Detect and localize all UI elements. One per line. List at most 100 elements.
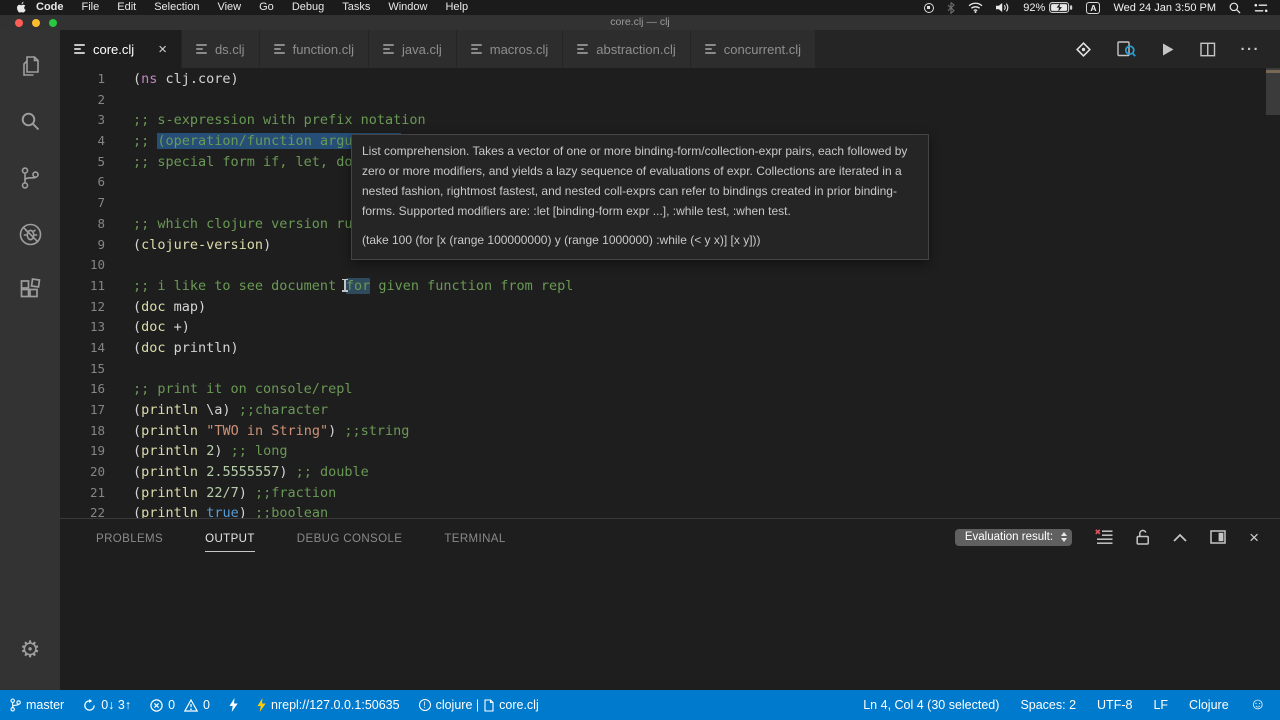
editor-scrollbar[interactable] [1266, 68, 1280, 518]
apple-menu[interactable] [16, 1, 27, 14]
tab-function.clj[interactable]: function.clj [259, 30, 369, 68]
tab-macros.clj[interactable]: macros.clj [456, 30, 564, 68]
extensions-icon[interactable] [0, 262, 60, 318]
file-icon [484, 698, 494, 712]
line-number: 5 [97, 153, 105, 169]
output-channel-select[interactable]: Evaluation result: [954, 528, 1073, 546]
line-number: 13 [89, 319, 105, 335]
code-line[interactable]: 14 (doc println) [60, 338, 1280, 359]
source-control-icon[interactable] [0, 150, 60, 206]
explorer-icon[interactable] [0, 38, 60, 94]
code-line[interactable]: 15 [60, 359, 1280, 380]
clj-file-icon [195, 44, 207, 54]
code-line[interactable]: 17 (println \a) ;;character [60, 400, 1280, 421]
menu-code[interactable]: Code [27, 0, 73, 15]
panel-tab-problems[interactable]: PROBLEMS [96, 523, 163, 552]
sync-indicator[interactable]: 0↓ 3↑ [83, 698, 131, 712]
menu-bar-clock[interactable]: Wed 24 Jan 3:50 PM [1113, 2, 1216, 14]
scrollbar-thumb[interactable] [1266, 68, 1280, 115]
maximize-panel-icon[interactable] [1173, 533, 1187, 542]
open-preview-icon[interactable] [1116, 40, 1136, 58]
line-number: 17 [89, 402, 105, 417]
panel-tab-output[interactable]: OUTPUT [205, 523, 255, 552]
calva-icon[interactable] [1075, 41, 1092, 58]
output-content[interactable] [60, 555, 1280, 691]
input-source-icon[interactable]: A [1086, 1, 1101, 14]
code-line[interactable]: 1 (ns clj.core) [60, 69, 1280, 90]
minimize-window-button[interactable] [32, 18, 40, 27]
settings-gear-icon[interactable]: ⚙ [0, 636, 60, 662]
tab-concurrent.clj[interactable]: concurrent.clj [690, 30, 817, 68]
tab-java.clj[interactable]: java.clj [369, 30, 457, 68]
project-file: core.clj [499, 698, 539, 712]
code-line[interactable]: 19 (println 2) ;; long [60, 441, 1280, 462]
clj-file-icon [273, 44, 285, 54]
tab-label: macros.clj [489, 41, 549, 57]
menu-view[interactable]: View [208, 0, 250, 15]
clear-output-icon[interactable] [1095, 529, 1113, 545]
git-branch-indicator[interactable]: master [10, 698, 64, 712]
panel-tab-debug-console[interactable]: DEBUG CONSOLE [297, 523, 403, 552]
nrepl-bolt-icon [257, 698, 266, 712]
unlock-icon[interactable] [1136, 529, 1150, 545]
line-number: 2 [97, 91, 105, 107]
search-icon[interactable] [0, 94, 60, 150]
control-center-icon[interactable] [1254, 3, 1268, 13]
code-line[interactable]: 21 (println 22/7) ;;fraction [60, 483, 1280, 504]
format-bolt-indicator[interactable] [229, 698, 238, 712]
menu-debug[interactable]: Debug [283, 0, 333, 15]
split-editor-icon[interactable] [1199, 42, 1216, 57]
tab-ds.clj[interactable]: ds.clj [181, 30, 260, 68]
more-actions-icon[interactable]: ··· [1241, 42, 1261, 57]
close-panel-icon[interactable]: × [1249, 529, 1259, 546]
panel-tab-terminal[interactable]: TERMINAL [444, 523, 505, 552]
code-line[interactable]: 12 (doc map) [60, 297, 1280, 318]
mouse-ibeam-cursor [342, 278, 347, 292]
nrepl-address: nrepl://127.0.0.1:50635 [271, 698, 400, 712]
feedback-smiley-icon[interactable]: ☺ [1250, 697, 1266, 713]
errors-icon [150, 698, 163, 712]
close-window-button[interactable] [15, 18, 23, 27]
code-line[interactable]: 22 (println true) ;;boolean [60, 503, 1280, 518]
menu-edit[interactable]: Edit [108, 0, 145, 15]
menu-window[interactable]: Window [379, 0, 436, 15]
menu-file[interactable]: File [73, 0, 109, 15]
menu-help[interactable]: Help [436, 0, 477, 15]
code-line[interactable]: 2 [60, 90, 1280, 111]
run-icon[interactable] [1161, 42, 1175, 57]
line-number: 11 [89, 277, 105, 293]
debug-icon[interactable] [0, 206, 60, 262]
tab-abstraction.clj[interactable]: abstraction.clj [563, 30, 691, 68]
sync-count: 0↓ 3↑ [101, 698, 132, 712]
nrepl-indicator[interactable]: nrepl://127.0.0.1:50635 [257, 698, 400, 712]
code-line[interactable]: 3;; s-expression with prefix notation [60, 110, 1280, 131]
eol-indicator[interactable]: LF [1153, 698, 1168, 712]
battery-indicator[interactable]: 92% [1023, 2, 1073, 14]
menu-tasks[interactable]: Tasks [333, 0, 379, 15]
tab-label: function.clj [292, 41, 354, 57]
code-line[interactable]: 13 (doc +) [60, 317, 1280, 338]
code-line[interactable]: 18 (println "TWO in String") ;;string [60, 421, 1280, 442]
bluetooth-icon[interactable] [947, 1, 956, 14]
menu-selection[interactable]: Selection [145, 0, 208, 15]
bottom-panel: PROBLEMS OUTPUT DEBUG CONSOLE TERMINAL Eval… [60, 518, 1280, 690]
language-mode-indicator[interactable]: Clojure [1189, 698, 1229, 712]
apple-icon [17, 1, 26, 13]
code-line[interactable]: 11;; i like to see document for given fu… [60, 276, 1280, 297]
panel-layout-icon[interactable] [1210, 530, 1226, 544]
code-line[interactable]: 16;; print it on console/repl [60, 379, 1280, 400]
indentation-indicator[interactable]: Spaces: 2 [1020, 698, 1076, 712]
spotlight-search-icon[interactable] [1229, 2, 1241, 14]
code-line[interactable]: 20 (println 2.5555557) ;; double [60, 462, 1280, 483]
problems-indicator[interactable]: 0 0 [150, 698, 210, 712]
clojure-project-indicator[interactable]: ! clojure | core.clj [418, 698, 539, 712]
volume-icon[interactable] [996, 2, 1010, 13]
maximize-window-button[interactable] [49, 18, 57, 27]
tab-core.clj[interactable]: core.clj × [60, 30, 182, 68]
wifi-icon[interactable] [968, 2, 983, 13]
cursor-position-indicator[interactable]: Ln 4, Col 4 (30 selected) [863, 698, 999, 712]
close-tab-icon[interactable]: × [158, 42, 167, 57]
encoding-indicator[interactable]: UTF-8 [1097, 698, 1132, 712]
screen-record-icon[interactable] [924, 2, 935, 13]
menu-go[interactable]: Go [250, 0, 283, 15]
